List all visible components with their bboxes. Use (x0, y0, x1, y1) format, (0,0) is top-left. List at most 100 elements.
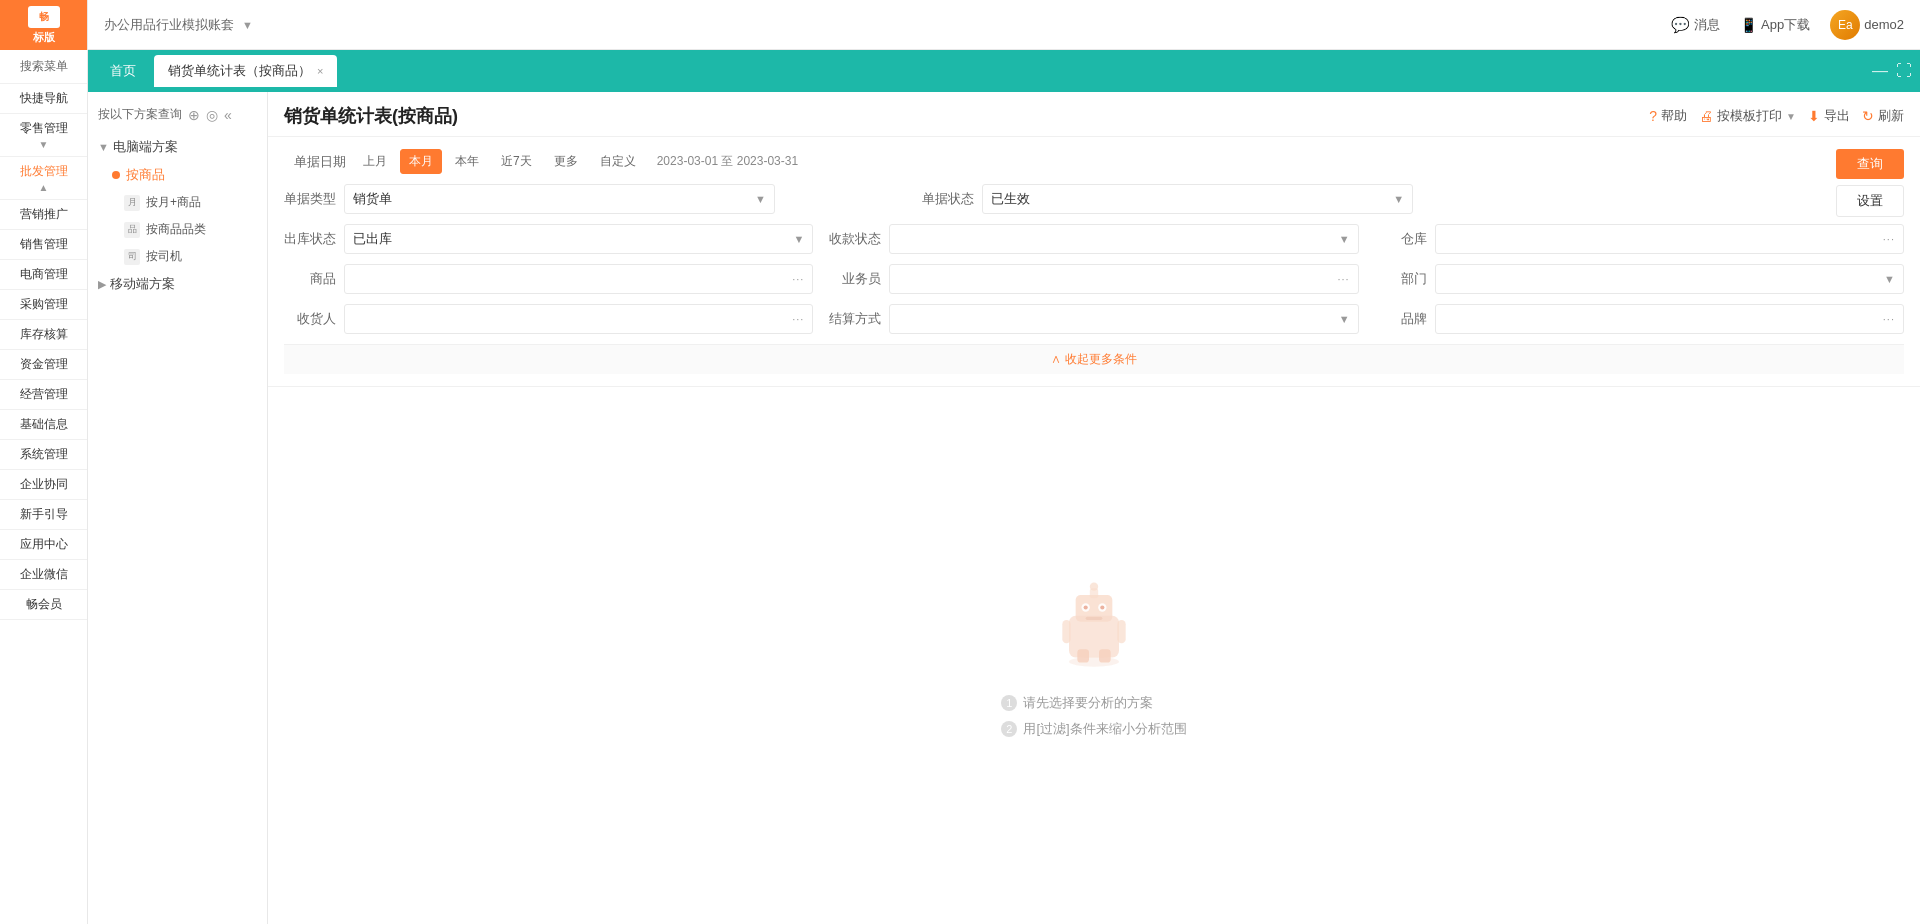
date-tab-7days[interactable]: 近7天 (492, 149, 541, 174)
doc-type-label: 单据类型 (284, 190, 344, 208)
receipt-status-dropdown-icon: ▼ (1339, 233, 1350, 245)
tip-text-2: 用[过滤]条件来缩小分析范围 (1023, 716, 1186, 742)
tip-num-2: 2 (1001, 721, 1017, 737)
doc-status-value: 已生效 (991, 190, 1030, 208)
sub-item-category-label: 按商品品类 (146, 221, 206, 238)
operations-label: 经营管理 (20, 386, 68, 403)
sidebar-item-finance[interactable]: 资金管理 (0, 350, 87, 380)
sidebar-item-app-center[interactable]: 应用中心 (0, 530, 87, 560)
sidebar-item-quick-nav[interactable]: 快捷导航 (0, 84, 87, 114)
tab-home[interactable]: 首页 (96, 55, 150, 87)
app-download-label: App下载 (1761, 16, 1810, 34)
date-tab-this-year[interactable]: 本年 (446, 149, 488, 174)
scheme-add-icon[interactable]: ⊕ (188, 107, 200, 123)
empty-tips: 1 请先选择要分析的方案 2 用[过滤]条件来缩小分析范围 (1001, 690, 1186, 742)
scheme-item-by-goods[interactable]: 按商品 (88, 161, 267, 189)
corp-collab-label: 企业协同 (20, 476, 68, 493)
mobile-category-arrow: ▶ (98, 278, 106, 291)
warehouse-input[interactable]: ··· (1435, 224, 1904, 254)
payment-label: 结算方式 (829, 310, 889, 328)
export-btn[interactable]: ⬇ 导出 (1808, 107, 1850, 125)
avatar: Ea (1830, 10, 1860, 40)
salesman-dots: ··· (1337, 273, 1349, 285)
sidebar-item-system[interactable]: 系统管理 (0, 440, 87, 470)
scheme-category-desktop[interactable]: ▼ 电脑端方案 (88, 133, 267, 161)
sidebar-item-basic-info[interactable]: 基础信息 (0, 410, 87, 440)
help-btn[interactable]: ? 帮助 (1649, 107, 1687, 125)
receiver-input[interactable]: ··· (344, 304, 813, 334)
date-tab-more[interactable]: 更多 (545, 149, 587, 174)
query-btn[interactable]: 查询 (1836, 149, 1904, 179)
payment-dropdown-icon: ▼ (1339, 313, 1350, 325)
sidebar-item-corp-collab[interactable]: 企业协同 (0, 470, 87, 500)
payment-input[interactable]: ▼ (889, 304, 1358, 334)
scheme-tree: ▼ 电脑端方案 按商品 月 按月+商品 品 按商品品类 司 按司机 (88, 129, 267, 302)
scheme-collapse-icon[interactable]: « (224, 107, 232, 123)
sidebar-item-purchase[interactable]: 采购管理 (0, 290, 87, 320)
refresh-btn[interactable]: ↻ 刷新 (1862, 107, 1904, 125)
export-icon: ⬇ (1808, 108, 1820, 124)
sidebar: 畅 标版 搜索菜单 快捷导航 零售管理 ▼ 批发管理 ▲ 营销推广 销售管理 电… (0, 0, 88, 924)
set-btn[interactable]: 设置 (1836, 185, 1904, 217)
sidebar-item-member[interactable]: 畅会员 (0, 590, 87, 620)
sidebar-item-retail[interactable]: 零售管理 ▼ (0, 114, 87, 157)
doc-status-input[interactable]: 已生效 ▼ (982, 184, 1413, 214)
scheme-settings-icon[interactable]: ◎ (206, 107, 218, 123)
finance-label: 资金管理 (20, 356, 68, 373)
print-label: 按模板打印 (1717, 107, 1782, 125)
tab-close-icon[interactable]: × (317, 65, 323, 77)
wholesale-arrow: ▲ (39, 182, 49, 193)
filter-row-1: 单据类型 销货单 ▼ 单据状态 已生效 ▼ (284, 184, 1904, 214)
scheme-category-mobile[interactable]: ▶ 移动端方案 (88, 270, 267, 298)
sidebar-item-wholesale[interactable]: 批发管理 ▲ (0, 157, 87, 200)
sidebar-item-operations[interactable]: 经营管理 (0, 380, 87, 410)
guide-label: 新手引导 (20, 506, 68, 523)
print-btn[interactable]: 🖨 按模板打印 ▼ (1699, 107, 1796, 125)
receipt-status-input[interactable]: ▼ (889, 224, 1358, 254)
desktop-category-arrow: ▼ (98, 141, 109, 153)
scheme-sub-item-driver[interactable]: 司 按司机 (88, 243, 267, 270)
sidebar-item-guide[interactable]: 新手引导 (0, 500, 87, 530)
sidebar-item-search[interactable]: 搜索菜单 (0, 50, 87, 84)
doc-status-dropdown-icon: ▼ (1393, 193, 1404, 205)
collapse-btn[interactable]: ∧ 收起更多条件 (284, 344, 1904, 374)
sidebar-item-marketing[interactable]: 营销推广 (0, 200, 87, 230)
sidebar-item-corp-wechat[interactable]: 企业微信 (0, 560, 87, 590)
scheme-sub-item-month[interactable]: 月 按月+商品 (88, 189, 267, 216)
date-tab-last-month[interactable]: 上月 (354, 149, 396, 174)
print-dropdown-icon[interactable]: ▼ (1786, 111, 1796, 122)
svg-rect-10 (1077, 649, 1089, 662)
svg-rect-11 (1099, 649, 1111, 662)
doc-type-input[interactable]: 销货单 ▼ (344, 184, 775, 214)
wholesale-label: 批发管理 (20, 163, 68, 180)
sidebar-item-inventory[interactable]: 库存核算 (0, 320, 87, 350)
goods-input[interactable]: ··· (344, 264, 813, 294)
sidebar-item-ecommerce[interactable]: 电商管理 (0, 260, 87, 290)
title-actions: ? 帮助 🖨 按模板打印 ▼ ⬇ 导出 ↻ 刷新 (1649, 107, 1904, 125)
scheme-panel-title: 按以下方案查询 (98, 106, 182, 123)
tab-sales-stat[interactable]: 销货单统计表（按商品） × (154, 55, 337, 87)
message-btn[interactable]: 💬 消息 (1671, 16, 1720, 34)
date-tab-custom[interactable]: 自定义 (591, 149, 645, 174)
brand-input[interactable]: ··· (1435, 304, 1904, 334)
scheme-sub-item-category[interactable]: 品 按商品品类 (88, 216, 267, 243)
dept-input[interactable]: ▼ (1435, 264, 1904, 294)
svg-point-0 (1069, 656, 1119, 666)
date-tab-this-month[interactable]: 本月 (400, 149, 442, 174)
filter-row-3: 商品 ··· 业务员 ··· 部门 (284, 264, 1904, 294)
right-content: 销货单统计表(按商品) ? 帮助 🖨 按模板打印 ▼ ⬇ 导出 (268, 92, 1920, 924)
out-status-col: 出库状态 已出库 ▼ (284, 224, 813, 254)
tab-expand-icon[interactable]: ⛶ (1896, 62, 1912, 80)
tab-minimize-icon[interactable]: — (1872, 62, 1888, 80)
doc-type-col: 单据类型 销货单 ▼ (284, 184, 775, 214)
filter-container: 单据日期 上月 本月 本年 近7天 更多 自定义 2023-03-01 至 20… (268, 137, 1920, 387)
out-status-input[interactable]: 已出库 ▼ (344, 224, 813, 254)
industry-dropdown-icon[interactable]: ▼ (242, 19, 253, 31)
salesman-input[interactable]: ··· (889, 264, 1358, 294)
sub-icon-driver: 司 (124, 249, 140, 265)
retail-arrow: ▼ (39, 139, 49, 150)
user-profile[interactable]: Ea demo2 (1830, 10, 1904, 40)
sidebar-item-sales[interactable]: 销售管理 (0, 230, 87, 260)
corp-wechat-label: 企业微信 (20, 566, 68, 583)
app-download-btn[interactable]: 📱 App下载 (1740, 16, 1810, 34)
